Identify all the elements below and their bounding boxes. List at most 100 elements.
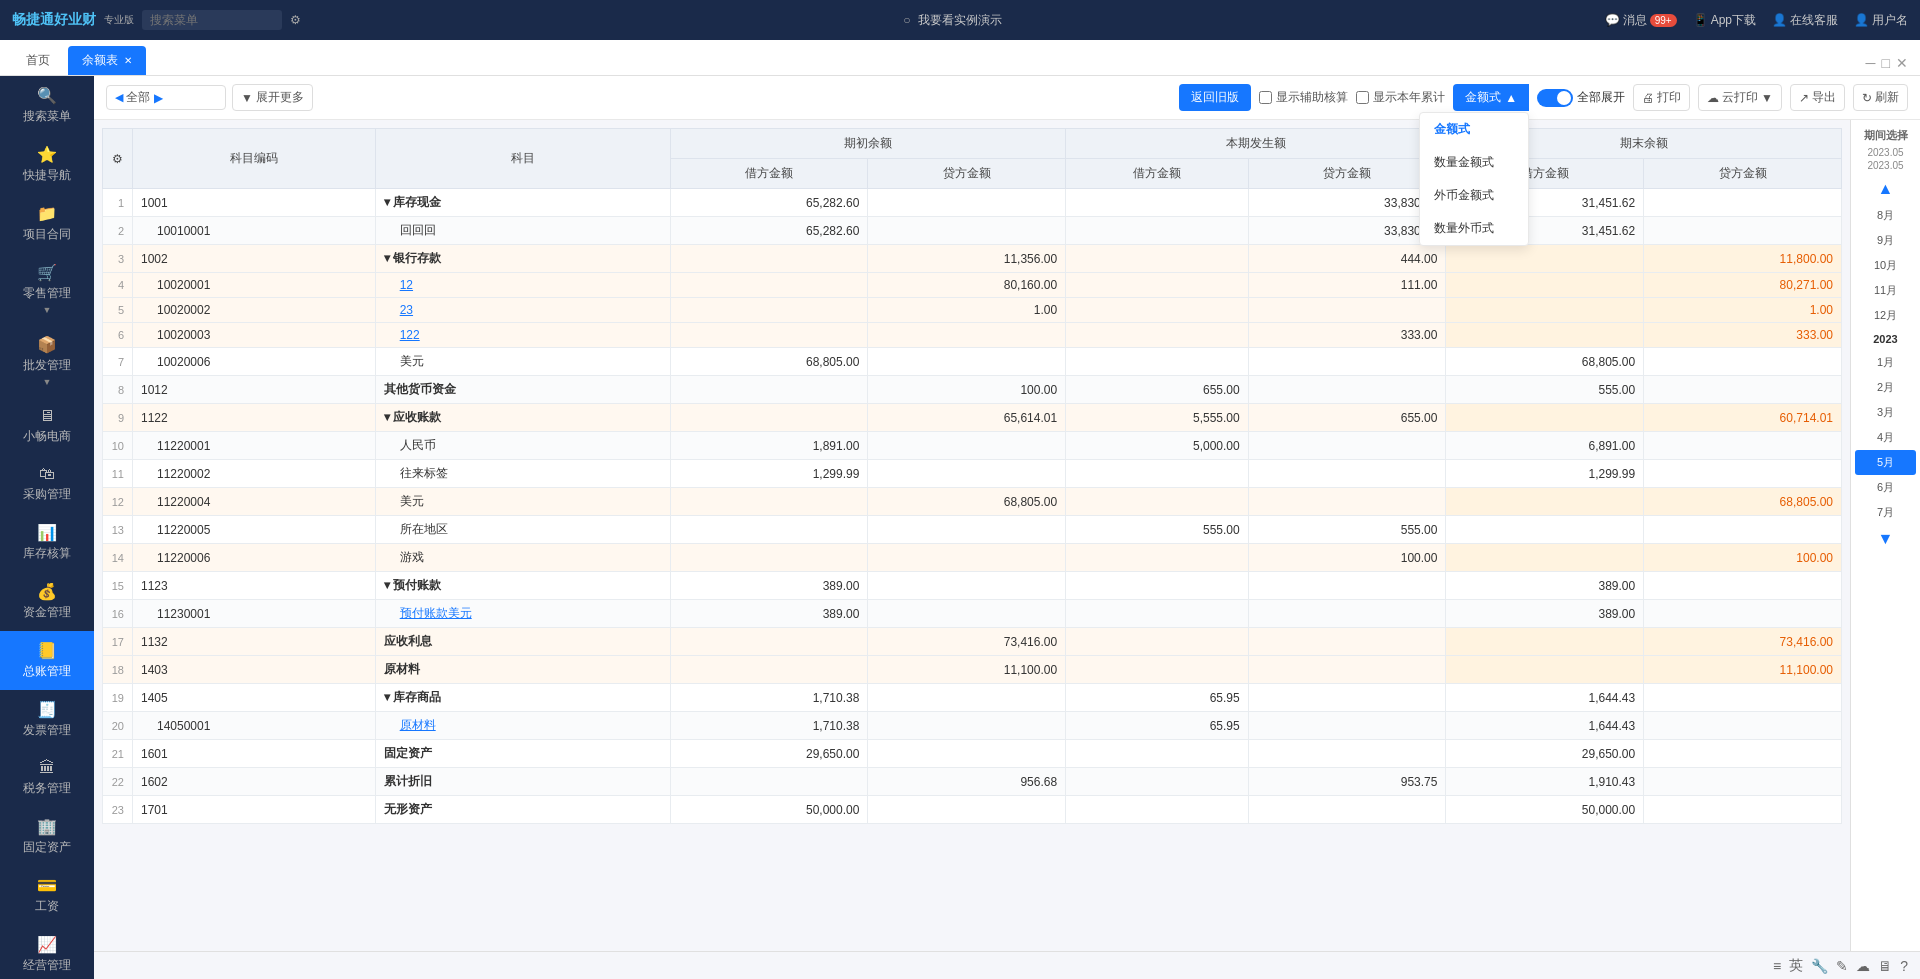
message-btn[interactable]: 💬 消息 99+ <box>1605 12 1677 29</box>
dropdown-item-qty-currency[interactable]: 数量外币式 <box>1420 212 1528 245</box>
row-num: 17 <box>103 628 133 656</box>
row-period-credit: 100.00 <box>1248 544 1446 572</box>
period-prev-btn[interactable]: ▲ <box>1855 175 1916 203</box>
row-name[interactable]: 23 <box>375 298 670 323</box>
row-num: 18 <box>103 656 133 684</box>
row-closing-debit <box>1446 245 1644 273</box>
show-auxiliary-label[interactable]: 显示辅助核算 <box>1259 89 1348 106</box>
sidebar-item-fixed-assets[interactable]: 🏢 固定资产 <box>0 807 94 866</box>
sidebar-item-purchase[interactable]: 🛍 采购管理 <box>0 455 94 513</box>
status-icon-tool[interactable]: 🔧 <box>1811 958 1828 974</box>
window-maximize-btn[interactable]: □ <box>1882 55 1890 71</box>
col-settings[interactable]: ⚙ <box>103 129 133 189</box>
all-nav-right-icon[interactable]: ▶ <box>154 91 163 105</box>
status-icon-cloud[interactable]: ☁ <box>1856 958 1870 974</box>
dropdown-item-qty-amount[interactable]: 数量金额式 <box>1420 146 1528 179</box>
sidebar-item-tax[interactable]: 🏛 税务管理 <box>0 749 94 807</box>
sidebar-item-quick-nav[interactable]: ⭐ 快捷导航 <box>0 135 94 194</box>
row-num: 10 <box>103 432 133 460</box>
dropdown-item-currency-amount[interactable]: 外币金额式 <box>1420 179 1528 212</box>
window-minimize-btn[interactable]: ─ <box>1866 55 1876 71</box>
dropdown-item-amount[interactable]: 金额式 <box>1420 113 1528 146</box>
window-close-btn[interactable]: ✕ <box>1896 55 1908 71</box>
sidebar-item-project[interactable]: 📁 项目合同 <box>0 194 94 253</box>
period-panel: 期间选择 2023.05 2023.05 ▲ 8月 9月 10月 11月 12月… <box>1850 120 1920 951</box>
status-icon-lang[interactable]: 英 <box>1789 957 1803 975</box>
sidebar-item-capital[interactable]: 💰 资金管理 <box>0 572 94 631</box>
app-download-btn[interactable]: 📱 App下载 <box>1693 12 1756 29</box>
period-jan[interactable]: 1月 <box>1855 350 1916 375</box>
settings-icon[interactable]: ⚙ <box>290 13 301 27</box>
period-aug[interactable]: 8月 <box>1855 203 1916 228</box>
amount-type-wrap: 金额式 ▲ 金额式 数量金额式 外币金额式 数量外币式 <box>1453 84 1529 111</box>
export-btn[interactable]: ↗ 导出 <box>1790 84 1845 111</box>
show-auxiliary-checkbox[interactable] <box>1259 91 1272 104</box>
row-name: 无形资产 <box>375 796 670 824</box>
table-row: 23 1701 无形资产 50,000.00 50,000.00 <box>103 796 1842 824</box>
refresh-btn[interactable]: ↻ 刷新 <box>1853 84 1908 111</box>
row-name[interactable]: 12 <box>375 273 670 298</box>
show-ytd-label[interactable]: 显示本年累计 <box>1356 89 1445 106</box>
top-search-input[interactable] <box>142 10 282 30</box>
cloud-print-btn[interactable]: ☁ 云打印 ▼ <box>1698 84 1782 111</box>
amount-type-btn[interactable]: 金额式 ▲ <box>1453 84 1529 111</box>
row-name[interactable]: 122 <box>375 323 670 348</box>
period-apr[interactable]: 4月 <box>1855 425 1916 450</box>
sidebar-business-label: 经营管理 <box>23 957 71 974</box>
period-jul[interactable]: 7月 <box>1855 500 1916 525</box>
period-oct[interactable]: 10月 <box>1855 253 1916 278</box>
row-code: 1002 <box>133 245 376 273</box>
row-code: 10020003 <box>133 323 376 348</box>
period-mar[interactable]: 3月 <box>1855 400 1916 425</box>
status-icon-help[interactable]: ? <box>1900 958 1908 974</box>
show-ytd-checkbox[interactable] <box>1356 91 1369 104</box>
period-feb[interactable]: 2月 <box>1855 375 1916 400</box>
period-dec[interactable]: 12月 <box>1855 303 1916 328</box>
period-jun[interactable]: 6月 <box>1855 475 1916 500</box>
sidebar-item-wholesale[interactable]: 📦 批发管理 ▼ <box>0 325 94 397</box>
table-row: 5 10020002 23 1.00 1.00 <box>103 298 1842 323</box>
row-name: 回回回 <box>375 217 670 245</box>
status-icon-screen[interactable]: 🖥 <box>1878 958 1892 974</box>
sidebar-item-ledger[interactable]: 📒 总账管理 <box>0 631 94 690</box>
period-nov[interactable]: 11月 <box>1855 278 1916 303</box>
row-num: 2 <box>103 217 133 245</box>
tab-home[interactable]: 首页 <box>12 46 64 75</box>
row-opening-credit: 68,805.00 <box>868 488 1066 516</box>
sidebar-item-invoice[interactable]: 🧾 发票管理 <box>0 690 94 749</box>
return-old-btn[interactable]: 返回旧版 <box>1179 84 1251 111</box>
sidebar-item-search[interactable]: 🔍 搜索菜单 <box>0 76 94 135</box>
status-icon-edit[interactable]: ✎ <box>1836 958 1848 974</box>
row-period-debit: 5,000.00 <box>1066 432 1249 460</box>
expand-all-toggle[interactable] <box>1537 89 1573 107</box>
print-btn[interactable]: 🖨 打印 <box>1633 84 1690 111</box>
sidebar-item-retail[interactable]: 🛒 零售管理 ▼ <box>0 253 94 325</box>
row-name[interactable]: 原材料 <box>375 712 670 740</box>
status-icon-1[interactable]: ≡ <box>1773 958 1781 974</box>
row-closing-debit: 6,891.00 <box>1446 432 1644 460</box>
sidebar-item-business[interactable]: 📈 经营管理 <box>0 925 94 979</box>
expand-more-btn[interactable]: ▼ 展开更多 <box>232 84 313 111</box>
sidebar-item-salary[interactable]: 💳 工资 <box>0 866 94 925</box>
period-sep[interactable]: 9月 <box>1855 228 1916 253</box>
row-closing-credit <box>1644 348 1842 376</box>
row-closing-debit: 1,299.99 <box>1446 460 1644 488</box>
period-may[interactable]: 5月 <box>1855 450 1916 475</box>
row-name[interactable]: 预付账款美元 <box>375 600 670 628</box>
tab-balance[interactable]: 余额表 ✕ <box>68 46 146 75</box>
demo-text[interactable]: 我要看实例演示 <box>918 12 1002 29</box>
online-service-btn[interactable]: 👤 在线客服 <box>1772 12 1838 29</box>
row-closing-credit <box>1644 432 1842 460</box>
period-year-2023[interactable]: 2023 <box>1855 328 1916 350</box>
tab-close-icon[interactable]: ✕ <box>124 55 132 66</box>
row-opening-debit: 65,282.60 <box>670 217 868 245</box>
user-avatar[interactable]: 👤 用户名 <box>1854 12 1908 29</box>
sidebar-tax-label: 税务管理 <box>23 780 71 797</box>
row-code: 1132 <box>133 628 376 656</box>
period-next-btn[interactable]: ▼ <box>1855 525 1916 553</box>
sidebar-item-inventory[interactable]: 📊 库存核算 <box>0 513 94 572</box>
purchase-icon: 🛍 <box>39 465 55 483</box>
sidebar-item-ecommerce[interactable]: 🖥 小畅电商 <box>0 397 94 455</box>
subject-search-box[interactable]: ◀ 全部 ▶ <box>106 85 226 110</box>
row-closing-debit: 29,650.00 <box>1446 740 1644 768</box>
